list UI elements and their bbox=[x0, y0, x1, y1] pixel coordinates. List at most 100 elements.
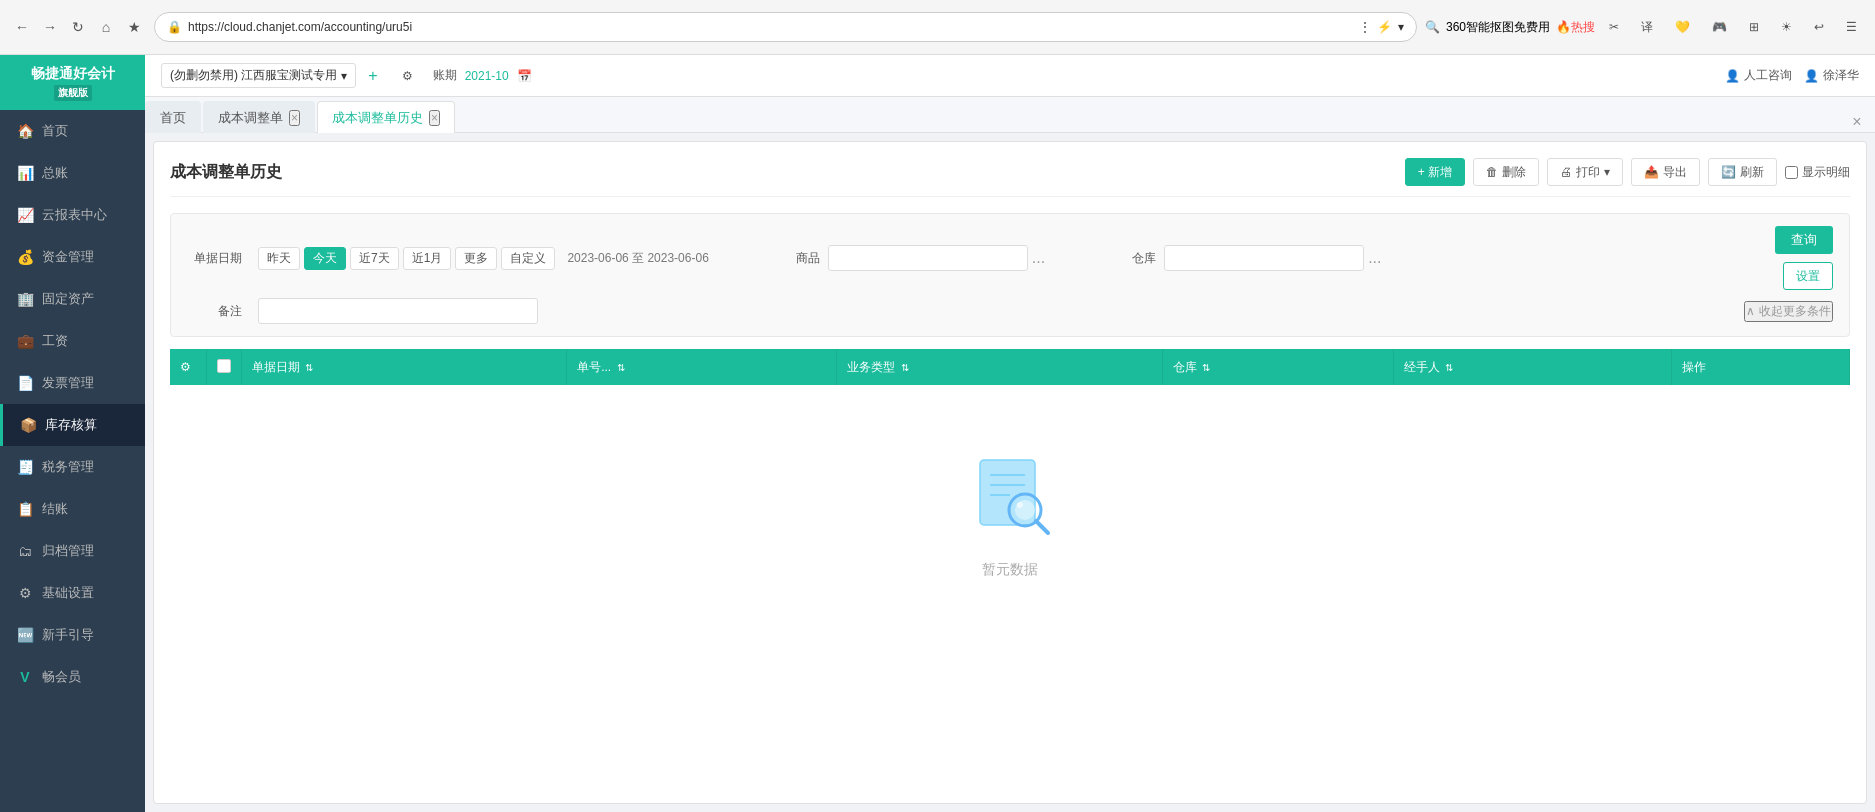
svg-point-7 bbox=[1017, 502, 1023, 508]
product-field-wrapper: ... bbox=[828, 245, 1045, 271]
th-biz-type-label: 业务类型 bbox=[847, 360, 895, 374]
print-btn[interactable]: 🖨 打印 ▾ bbox=[1547, 158, 1623, 186]
product-dots[interactable]: ... bbox=[1032, 249, 1045, 267]
ledger-icon: 📊 bbox=[16, 165, 34, 181]
sidebar-item-inventory[interactable]: 📦 库存核算 bbox=[0, 404, 145, 446]
date-btn-today[interactable]: 今天 bbox=[304, 247, 346, 270]
th-number[interactable]: 单号... ⇅ bbox=[567, 349, 837, 385]
sidebar-item-reports[interactable]: 📈 云报表中心 bbox=[0, 194, 145, 236]
th-biz-type[interactable]: 业务类型 ⇅ bbox=[837, 349, 1163, 385]
close-all-tabs-btn[interactable]: × bbox=[1847, 112, 1867, 132]
warehouse-input[interactable] bbox=[1164, 245, 1364, 271]
sort-icon-number: ⇅ bbox=[617, 362, 625, 373]
menu-tool[interactable]: ☰ bbox=[1838, 17, 1865, 37]
warehouse-dots[interactable]: ... bbox=[1368, 249, 1381, 267]
game-tool[interactable]: 🎮 bbox=[1704, 17, 1735, 37]
sidebar-item-invoice[interactable]: 📄 发票管理 bbox=[0, 362, 145, 404]
tab-cost-adjust-label: 成本调整单 bbox=[218, 109, 283, 127]
date-btn-1month[interactable]: 近1月 bbox=[403, 247, 452, 270]
company-selector[interactable]: (勿删勿禁用) 江西服宝测试专用 ▾ bbox=[161, 63, 356, 88]
sidebar-item-salary[interactable]: 💼 工资 bbox=[0, 320, 145, 362]
sidebar-item-ledger[interactable]: 📊 总账 bbox=[0, 152, 145, 194]
product-input[interactable] bbox=[828, 245, 1028, 271]
th-date[interactable]: 单据日期 ⇅ bbox=[241, 349, 567, 385]
lock-icon: 🔒 bbox=[167, 20, 182, 34]
date-btn-custom[interactable]: 自定义 bbox=[501, 247, 555, 270]
brightness-tool[interactable]: ☀ bbox=[1773, 17, 1800, 37]
filter-row-date: 单据日期 昨天 今天 近7天 近1月 更多 自定义 2023-06-06 至 2… bbox=[187, 226, 1833, 290]
sidebar-item-funds[interactable]: 💰 资金管理 bbox=[0, 236, 145, 278]
tab-cost-adjust-history[interactable]: 成本调整单历史 × bbox=[317, 101, 455, 133]
th-settings[interactable]: ⚙ bbox=[170, 349, 206, 385]
app-wrapper: 畅捷通好会计 旗舰版 🏠 首页 📊 总账 📈 云报表中心 💰 资金管理 🏢 bbox=[0, 55, 1875, 812]
tab-cost-adjust[interactable]: 成本调整单 × bbox=[203, 101, 315, 133]
sidebar-item-member[interactable]: V 畅会员 bbox=[0, 656, 145, 698]
user-name: 徐泽华 bbox=[1823, 67, 1859, 84]
logo-main-text: 畅捷通好会计 bbox=[31, 65, 115, 83]
warehouse-filter-label: 仓库 bbox=[1101, 250, 1156, 267]
sidebar-item-home[interactable]: 🏠 首页 bbox=[0, 110, 145, 152]
sidebar-item-label: 云报表中心 bbox=[42, 206, 107, 224]
tab-home[interactable]: 首页 bbox=[145, 101, 201, 133]
query-button[interactable]: 查询 bbox=[1775, 226, 1833, 254]
user-profile[interactable]: 👤 徐泽华 bbox=[1804, 67, 1859, 84]
cut-tool[interactable]: ✂ bbox=[1601, 17, 1627, 37]
tab-home-label: 首页 bbox=[160, 109, 186, 127]
bolt-icon: ⚡ bbox=[1377, 20, 1392, 34]
th-handler[interactable]: 经手人 ⇅ bbox=[1393, 349, 1671, 385]
main-content: (勿删勿禁用) 江西服宝测试专用 ▾ + ⚙ 账期 2021-10 📅 👤 人工… bbox=[145, 55, 1875, 812]
sidebar-nav: 🏠 首页 📊 总账 📈 云报表中心 💰 资金管理 🏢 固定资产 💼 工资 bbox=[0, 110, 145, 812]
th-warehouse[interactable]: 仓库 ⇅ bbox=[1163, 349, 1394, 385]
reports-icon: 📈 bbox=[16, 207, 34, 223]
date-btn-more[interactable]: 更多 bbox=[455, 247, 497, 270]
sidebar-item-tax[interactable]: 🧾 税务管理 bbox=[0, 446, 145, 488]
note-input[interactable] bbox=[258, 298, 538, 324]
top-bar-right: 👤 人工咨询 👤 徐泽华 bbox=[1725, 67, 1859, 84]
empty-text: 暂元数据 bbox=[982, 561, 1038, 579]
tab-cost-adjust-history-label: 成本调整单历史 bbox=[332, 109, 423, 127]
settings-icon: ⚙ bbox=[16, 585, 34, 601]
date-btn-7days[interactable]: 近7天 bbox=[350, 247, 399, 270]
forward-button[interactable]: → bbox=[38, 15, 62, 39]
sidebar-item-newguide[interactable]: 🆕 新手引导 bbox=[0, 614, 145, 656]
select-all-checkbox[interactable] bbox=[217, 359, 231, 373]
filter-row-note: 备注 ∧ 收起更多条件 bbox=[187, 298, 1833, 324]
tab-cost-adjust-history-close[interactable]: × bbox=[429, 110, 440, 126]
page-content-area: 成本调整单历史 + 新增 🗑 删除 🖨 打印 ▾ 📤 导出 bbox=[153, 141, 1867, 804]
translate-tool[interactable]: 译 bbox=[1633, 16, 1661, 39]
show-all-checkbox[interactable] bbox=[1785, 166, 1798, 179]
new-btn[interactable]: + 新增 bbox=[1405, 158, 1465, 186]
print-icon: 🖨 bbox=[1560, 165, 1572, 179]
apps-tool[interactable]: ⊞ bbox=[1741, 17, 1767, 37]
sidebar-item-fixed-assets[interactable]: 🏢 固定资产 bbox=[0, 278, 145, 320]
add-company-btn[interactable]: + bbox=[364, 62, 381, 90]
sidebar-item-settings[interactable]: ⚙ 基础设置 bbox=[0, 572, 145, 614]
export-btn[interactable]: 📤 导出 bbox=[1631, 158, 1700, 186]
bookmark-button[interactable]: ★ bbox=[122, 15, 146, 39]
back-button[interactable]: ← bbox=[10, 15, 34, 39]
refresh-btn[interactable]: 🔄 刷新 bbox=[1708, 158, 1777, 186]
wallet-tool[interactable]: 💛 bbox=[1667, 17, 1698, 37]
home-button[interactable]: ⌂ bbox=[94, 15, 118, 39]
logo-sub-text: 旗舰版 bbox=[54, 85, 92, 101]
show-all-checkbox-wrapper[interactable]: 显示明细 bbox=[1785, 164, 1850, 181]
hot-search-text: 360智能抠图免费用 bbox=[1446, 19, 1550, 36]
th-warehouse-label: 仓库 bbox=[1173, 360, 1197, 374]
settings-button[interactable]: 设置 bbox=[1783, 262, 1833, 290]
date-btn-yesterday[interactable]: 昨天 bbox=[258, 247, 300, 270]
address-bar[interactable]: 🔒 https://cloud.chanjet.com/accounting/u… bbox=[154, 12, 1417, 42]
company-settings-btn[interactable]: ⚙ bbox=[390, 62, 425, 90]
home-icon: 🏠 bbox=[16, 123, 34, 139]
tab-cost-adjust-close[interactable]: × bbox=[289, 110, 300, 126]
member-icon: V bbox=[16, 669, 34, 685]
collapse-btn[interactable]: ∧ 收起更多条件 bbox=[1744, 301, 1833, 322]
consult-btn[interactable]: 👤 人工咨询 bbox=[1725, 67, 1792, 84]
th-checkbox[interactable] bbox=[206, 349, 241, 385]
undo-tool[interactable]: ↩ bbox=[1806, 17, 1832, 37]
sidebar-item-settle[interactable]: 📋 结账 bbox=[0, 488, 145, 530]
export-icon: 📤 bbox=[1644, 165, 1659, 179]
dropdown-icon: ▾ bbox=[1398, 20, 1404, 34]
delete-btn[interactable]: 🗑 删除 bbox=[1473, 158, 1539, 186]
refresh-button[interactable]: ↻ bbox=[66, 15, 90, 39]
sidebar-item-archive[interactable]: 🗂 归档管理 bbox=[0, 530, 145, 572]
